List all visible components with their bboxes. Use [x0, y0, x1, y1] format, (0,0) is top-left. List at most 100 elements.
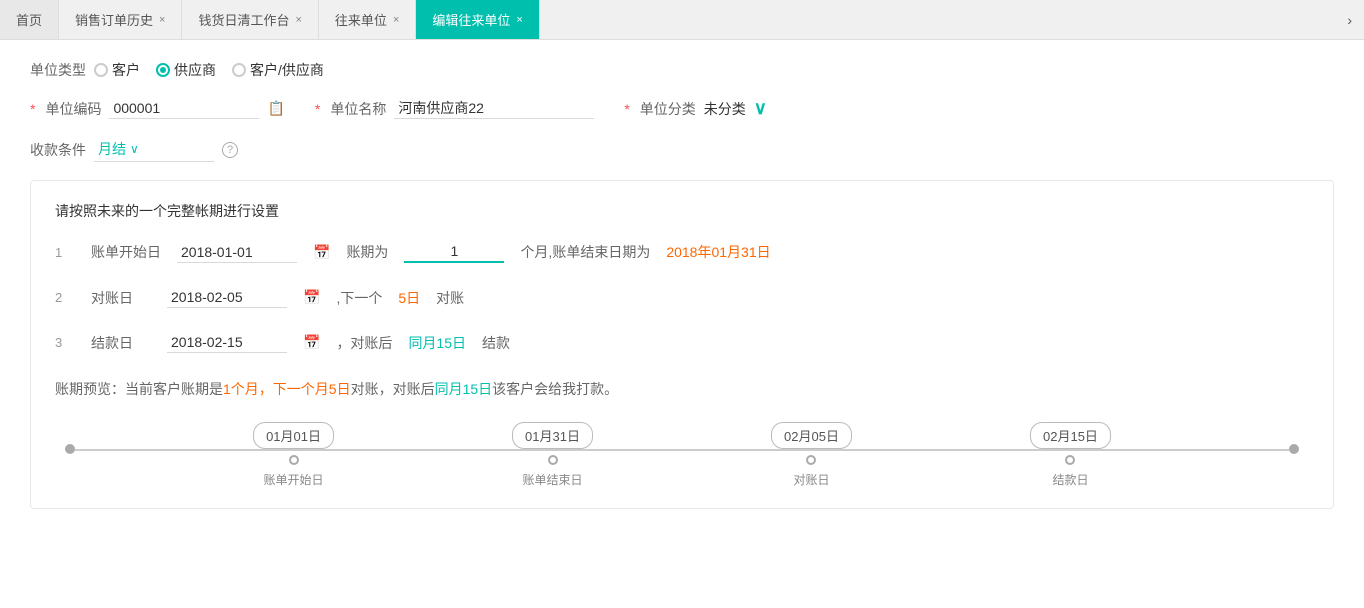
unit-code-input[interactable] [109, 98, 259, 119]
tab-edit-partner-close[interactable]: × [516, 14, 522, 26]
period-card: 请按照未来的一个完整帐期进行设置 1 账单开始日 📅 账期为 个月,账单结束日期… [30, 180, 1334, 509]
payment-row: 收款条件 月结 ∨ ? [30, 137, 1334, 162]
preview-text: 账期预览：当前客户账期是1个月，下一个月5日对账，对账后同月15日该客户会给我打… [55, 377, 1309, 402]
preview-label: 账期预览：当前客户账期是 [55, 381, 223, 397]
period-reconcile-cal-icon[interactable]: 📅 [303, 289, 320, 306]
radio-customer-supplier-circle [232, 63, 246, 77]
period-settlement-cal-icon[interactable]: 📅 [303, 334, 320, 351]
category-chevron-icon: ∨ [754, 98, 767, 119]
timeline: 01月01日 账单开始日 01月31日 账单结束日 02月05日 [55, 422, 1309, 488]
preview-months: 1个月， [223, 381, 273, 397]
tab-partner-label: 往来单位 [335, 10, 387, 29]
tab-edit-partner-label: 编辑往来单位 [432, 10, 510, 29]
radio-supplier-circle [156, 63, 170, 77]
preview-suffix: 该客户会给我打款。 [492, 381, 618, 397]
settlement-prefix: ，对账后 [336, 333, 392, 353]
tab-partner-close[interactable]: × [393, 14, 399, 26]
reconcile-prefix: ,下一个 [336, 288, 382, 308]
timeline-badge-4: 02月15日 [1030, 422, 1111, 449]
unit-name-input[interactable] [394, 98, 594, 119]
unit-type-item: 单位类型 客户 供应商 客户/供应商 [30, 60, 324, 80]
tab-sales-history[interactable]: 销售订单历史 × [59, 0, 182, 39]
preview-day: 下一个月5日 [273, 381, 351, 397]
category-required-star: * [624, 101, 629, 117]
timeline-start-dot [65, 422, 75, 454]
step-num-1: 1 [55, 245, 75, 260]
radio-customer-circle [94, 63, 108, 77]
timeline-start-circle [65, 444, 75, 454]
period-label-3: 结款日 [91, 333, 151, 353]
timeline-label-3: 对账日 [793, 471, 829, 488]
preview-middle: 对账，对账后 [351, 381, 435, 397]
period-cycle-label: 账期为 [346, 242, 388, 262]
unit-name-item: * 单位名称 [315, 98, 594, 119]
tab-cashier-label: 钱货日清工作台 [198, 10, 289, 29]
tab-more-button[interactable]: › [1335, 0, 1364, 39]
period-start-date-input[interactable] [177, 242, 297, 263]
tab-home[interactable]: 首页 [0, 0, 59, 39]
code-copy-icon[interactable]: 📋 [267, 100, 284, 117]
period-start-cal-icon[interactable]: 📅 [313, 244, 330, 261]
unit-type-row: 单位类型 客户 供应商 客户/供应商 [30, 60, 1334, 80]
payment-label: 收款条件 [30, 140, 86, 160]
timeline-end-dot [1289, 422, 1299, 454]
payment-help-icon[interactable]: ? [222, 142, 238, 158]
period-card-title: 请按照未来的一个完整帐期进行设置 [55, 201, 1309, 221]
unit-code-item: * 单位编码 📋 [30, 98, 285, 119]
period-row-2: 2 对账日 📅 ,下一个 5日 对账 [55, 287, 1309, 308]
timeline-point-4: 02月15日 结款日 [1030, 422, 1111, 488]
unit-name-label: 单位名称 [330, 99, 386, 119]
timeline-label-2: 账单结束日 [523, 471, 583, 488]
tab-cashier[interactable]: 钱货日清工作台 × [182, 0, 318, 39]
timeline-items: 01月01日 账单开始日 01月31日 账单结束日 02月05日 [65, 422, 1299, 488]
timeline-label-4: 结款日 [1052, 471, 1088, 488]
name-required-star: * [315, 101, 320, 117]
unit-category-label: 单位分类 [640, 99, 696, 119]
reconcile-day-highlight: 5日 [398, 288, 420, 308]
timeline-label-1: 账单开始日 [264, 471, 324, 488]
unit-code-label: 单位编码 [45, 99, 101, 119]
timeline-point-2: 01月31日 账单结束日 [512, 422, 593, 488]
settlement-suffix: 结款 [482, 333, 510, 353]
radio-customer-label: 客户 [112, 60, 140, 80]
radio-customer-supplier[interactable]: 客户/供应商 [232, 60, 324, 80]
radio-supplier[interactable]: 供应商 [156, 60, 216, 80]
period-months-input[interactable] [404, 241, 504, 263]
reconcile-suffix: 对账 [436, 288, 464, 308]
period-end-date-highlight: 2018年01月31日 [666, 242, 770, 262]
timeline-dot-4 [1065, 455, 1075, 465]
period-reconcile-date-input[interactable] [167, 287, 287, 308]
period-row-1: 1 账单开始日 📅 账期为 个月,账单结束日期为 2018年01月31日 [55, 241, 1309, 263]
unit-category-select[interactable]: 未分类 ∨ [704, 98, 864, 119]
timeline-badge-3: 02月05日 [771, 422, 852, 449]
settlement-day-highlight: 同月15日 [408, 333, 466, 353]
code-required-star: * [30, 101, 35, 117]
step-num-3: 3 [55, 335, 75, 350]
radio-customer-supplier-label: 客户/供应商 [250, 60, 324, 80]
timeline-line [75, 449, 1289, 451]
tab-sales-history-label: 销售订单历史 [75, 10, 153, 29]
timeline-dot-1 [289, 455, 299, 465]
payment-item: 收款条件 月结 ∨ ? [30, 137, 238, 162]
tab-edit-partner[interactable]: 编辑往来单位 × [416, 0, 539, 39]
payment-select[interactable]: 月结 ∨ [94, 137, 214, 162]
help-question-mark: ? [227, 144, 233, 156]
tab-bar: 首页 销售订单历史 × 钱货日清工作台 × 往来单位 × 编辑往来单位 × › [0, 0, 1364, 40]
main-content: 单位类型 客户 供应商 客户/供应商 * 单位编码 [0, 40, 1364, 608]
timeline-badge-1: 01月01日 [253, 422, 334, 449]
tab-home-label: 首页 [16, 10, 42, 29]
payment-chevron-icon: ∨ [130, 142, 139, 156]
radio-customer[interactable]: 客户 [94, 60, 140, 80]
unit-category-value: 未分类 [704, 99, 746, 119]
preview-settlement: 同月15日 [435, 381, 493, 397]
tab-cashier-close[interactable]: × [295, 14, 301, 26]
radio-group: 客户 供应商 客户/供应商 [94, 60, 324, 80]
timeline-dot-3 [806, 455, 816, 465]
unit-type-label: 单位类型 [30, 60, 86, 80]
period-row-3: 3 结款日 📅 ，对账后 同月15日 结款 [55, 332, 1309, 353]
payment-value: 月结 [98, 139, 126, 159]
tab-partner[interactable]: 往来单位 × [319, 0, 416, 39]
timeline-badge-2: 01月31日 [512, 422, 593, 449]
period-settlement-date-input[interactable] [167, 332, 287, 353]
tab-sales-history-close[interactable]: × [159, 14, 165, 26]
